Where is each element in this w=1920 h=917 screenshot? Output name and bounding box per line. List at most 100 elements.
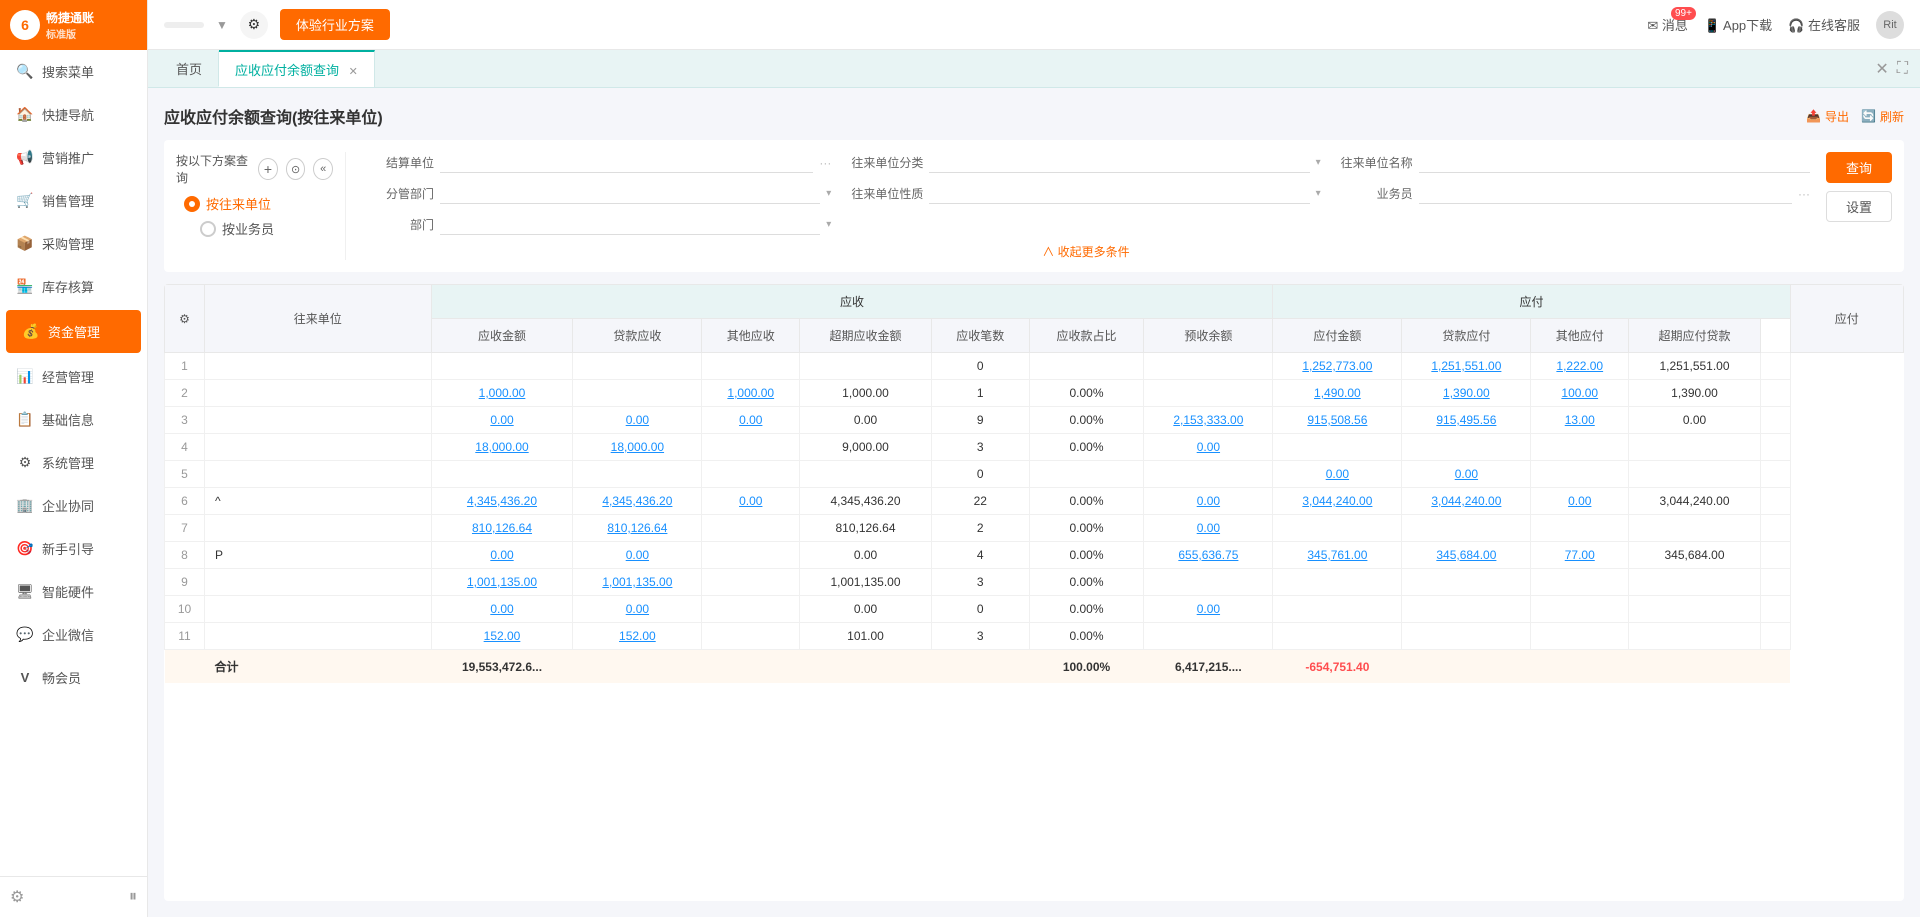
sidebar-item-operation[interactable]: 📊 经营管理 (0, 355, 147, 398)
table-cell[interactable]: 2,153,333.00 (1144, 407, 1273, 434)
table-cell (1273, 569, 1402, 596)
sidebar-item-marketing[interactable]: 📢 营销推广 (0, 136, 147, 179)
table-cell[interactable]: 1,222.00 (1531, 353, 1629, 380)
table-cell[interactable]: 1,390.00 (1402, 380, 1531, 407)
collapse-label: 收起更多条件 (1058, 245, 1130, 259)
sidebar-item-quick-nav[interactable]: 🏠 快捷导航 (0, 93, 147, 136)
sidebar-item-enterprise[interactable]: 🏢 企业协同 (0, 484, 147, 527)
tab-ar-ap[interactable]: 应收应付余额查询 ✕ (219, 50, 375, 87)
tab-close-icon[interactable]: ✕ (349, 66, 358, 78)
table-cell[interactable]: 1,001,135.00 (431, 569, 573, 596)
trial-btn[interactable]: 体验行业方案 (280, 9, 390, 40)
dept-chevron[interactable]: ▾ (826, 219, 831, 230)
table-cell[interactable]: 0.00 (431, 596, 573, 623)
table-cell[interactable]: 0.00 (702, 488, 800, 515)
filter-more-btn[interactable]: « (313, 158, 333, 180)
table-cell[interactable]: 18,000.00 (431, 434, 573, 461)
table-wrapper[interactable]: ⚙ 往来单位 应收 应付 应付 应收金额 贷款应收 其他应收 (164, 284, 1904, 901)
user-avatar[interactable]: Rit (1876, 11, 1904, 39)
sidebar-item-sales[interactable]: 🛒 销售管理 (0, 179, 147, 222)
notification-btn[interactable]: ✉ 消息 99+ (1647, 15, 1688, 34)
table-cell[interactable]: 1,490.00 (1273, 380, 1402, 407)
sidebar-item-finance[interactable]: 💰 资金管理 (6, 310, 141, 353)
table-cell[interactable]: 1,000.00 (431, 380, 573, 407)
table-cell[interactable]: 4,345,436.20 (573, 488, 702, 515)
table-cell[interactable]: 915,495.56 (1402, 407, 1531, 434)
table-gear-icon[interactable]: ⚙ (179, 312, 190, 326)
filter-option-by-staff[interactable]: 按业务员 (184, 219, 333, 238)
table-cell[interactable]: 810,126.64 (573, 515, 702, 542)
sidebar-item-inventory[interactable]: 🏪 库存核算 (0, 265, 147, 308)
partner-category-input[interactable] (929, 152, 1309, 173)
table-cell[interactable]: 0.00 (431, 407, 573, 434)
table-cell[interactable]: 4,345,436.20 (431, 488, 573, 515)
app-download-btn[interactable]: 📱 App下载 (1704, 15, 1772, 34)
sidebar-item-basic-info[interactable]: 📋 基础信息 (0, 398, 147, 441)
table-cell[interactable]: 0.00 (1144, 488, 1273, 515)
table-cell[interactable]: 152.00 (573, 623, 702, 650)
table-cell[interactable]: 77.00 (1531, 542, 1629, 569)
table-cell[interactable]: 915,508.56 (1273, 407, 1402, 434)
dept-input[interactable] (440, 214, 820, 235)
table-cell[interactable]: 18,000.00 (573, 434, 702, 461)
collapse-btn[interactable]: ∧ 收起更多条件 (1042, 243, 1129, 260)
table-cell[interactable]: 1,252,773.00 (1273, 353, 1402, 380)
table-cell[interactable]: 1,251,551.00 (1402, 353, 1531, 380)
settlement-unit-dots[interactable]: ··· (819, 156, 831, 170)
table-cell[interactable]: 0.00 (1531, 488, 1629, 515)
partner-nature-chevron[interactable]: ▾ (1316, 188, 1321, 199)
partner-category-chevron[interactable]: ▾ (1316, 157, 1321, 168)
sidebar-item-sys-mgmt[interactable]: ⚙ 系统管理 (0, 441, 147, 484)
table-cell[interactable]: 3,044,240.00 (1402, 488, 1531, 515)
salesperson-dots[interactable]: ··· (1798, 187, 1810, 201)
filter-add-btn[interactable]: + (258, 158, 278, 180)
dept-manager-chevron[interactable]: ▾ (826, 188, 831, 199)
table-cell[interactable]: 0.00 (702, 407, 800, 434)
sidebar-item-guide[interactable]: 🎯 新手引导 (0, 527, 147, 570)
tab-home[interactable]: 首页 (160, 51, 219, 86)
sidebar-item-vip[interactable]: V 畅会员 (0, 656, 147, 699)
sidebar-item-purchase[interactable]: 📦 采购管理 (0, 222, 147, 265)
table-cell[interactable]: 152.00 (431, 623, 573, 650)
filter-settings-btn[interactable]: ⊙ (286, 158, 306, 180)
filter-option-by-unit[interactable]: 按往来单位 (184, 194, 333, 213)
partner-nature-input[interactable] (929, 183, 1309, 204)
tab-bar-expand-btn[interactable]: ⛶ (1897, 60, 1908, 78)
table-cell[interactable]: 1,001,135.00 (573, 569, 702, 596)
table-cell[interactable]: 0.00 (1402, 461, 1531, 488)
settlement-unit-input[interactable] (440, 152, 813, 173)
table-cell[interactable]: 345,684.00 (1402, 542, 1531, 569)
table-cell (573, 353, 702, 380)
sidebar-item-wechat[interactable]: 💬 企业微信 (0, 613, 147, 656)
customer-service-btn[interactable]: 🎧 在线客服 (1788, 15, 1860, 34)
table-cell[interactable]: 0.00 (573, 596, 702, 623)
settings-button[interactable]: ⚙ (240, 11, 268, 39)
table-cell[interactable]: 0.00 (1144, 596, 1273, 623)
table-cell (205, 434, 432, 461)
table-cell[interactable]: 0.00 (431, 542, 573, 569)
table-cell[interactable]: 3,044,240.00 (1273, 488, 1402, 515)
table-cell[interactable]: 1,000.00 (702, 380, 800, 407)
query-btn[interactable]: 查询 (1826, 152, 1892, 183)
tab-bar-close-btn[interactable]: ✕ (1875, 59, 1888, 79)
dept-manager-input[interactable] (440, 183, 820, 204)
table-cell[interactable]: 810,126.64 (431, 515, 573, 542)
table-cell[interactable]: 0.00 (1144, 515, 1273, 542)
salesperson-input[interactable] (1419, 183, 1792, 204)
partner-name-input[interactable] (1419, 152, 1810, 173)
sidebar-item-search[interactable]: 🔍 搜索菜单 (0, 50, 147, 93)
table-cell[interactable]: 0.00 (573, 407, 702, 434)
table-cell[interactable]: 100.00 (1531, 380, 1629, 407)
table-cell[interactable]: 655,636.75 (1144, 542, 1273, 569)
export-btn[interactable]: 📤 导出 (1806, 108, 1849, 125)
table-cell[interactable]: 0.00 (1273, 461, 1402, 488)
sidebar-collapse-button[interactable]: ⏸ (129, 888, 137, 906)
table-cell[interactable]: 13.00 (1531, 407, 1629, 434)
table-cell[interactable]: 0.00 (1144, 434, 1273, 461)
table-cell[interactable]: 345,761.00 (1273, 542, 1402, 569)
refresh-btn[interactable]: 🔄 刷新 (1861, 108, 1904, 125)
sidebar-gear-button[interactable]: ⚙ (10, 887, 24, 907)
table-cell[interactable]: 0.00 (573, 542, 702, 569)
setting-btn[interactable]: 设置 (1826, 191, 1892, 222)
sidebar-item-smart-hw[interactable]: 🖥 智能硬件 (0, 570, 147, 613)
